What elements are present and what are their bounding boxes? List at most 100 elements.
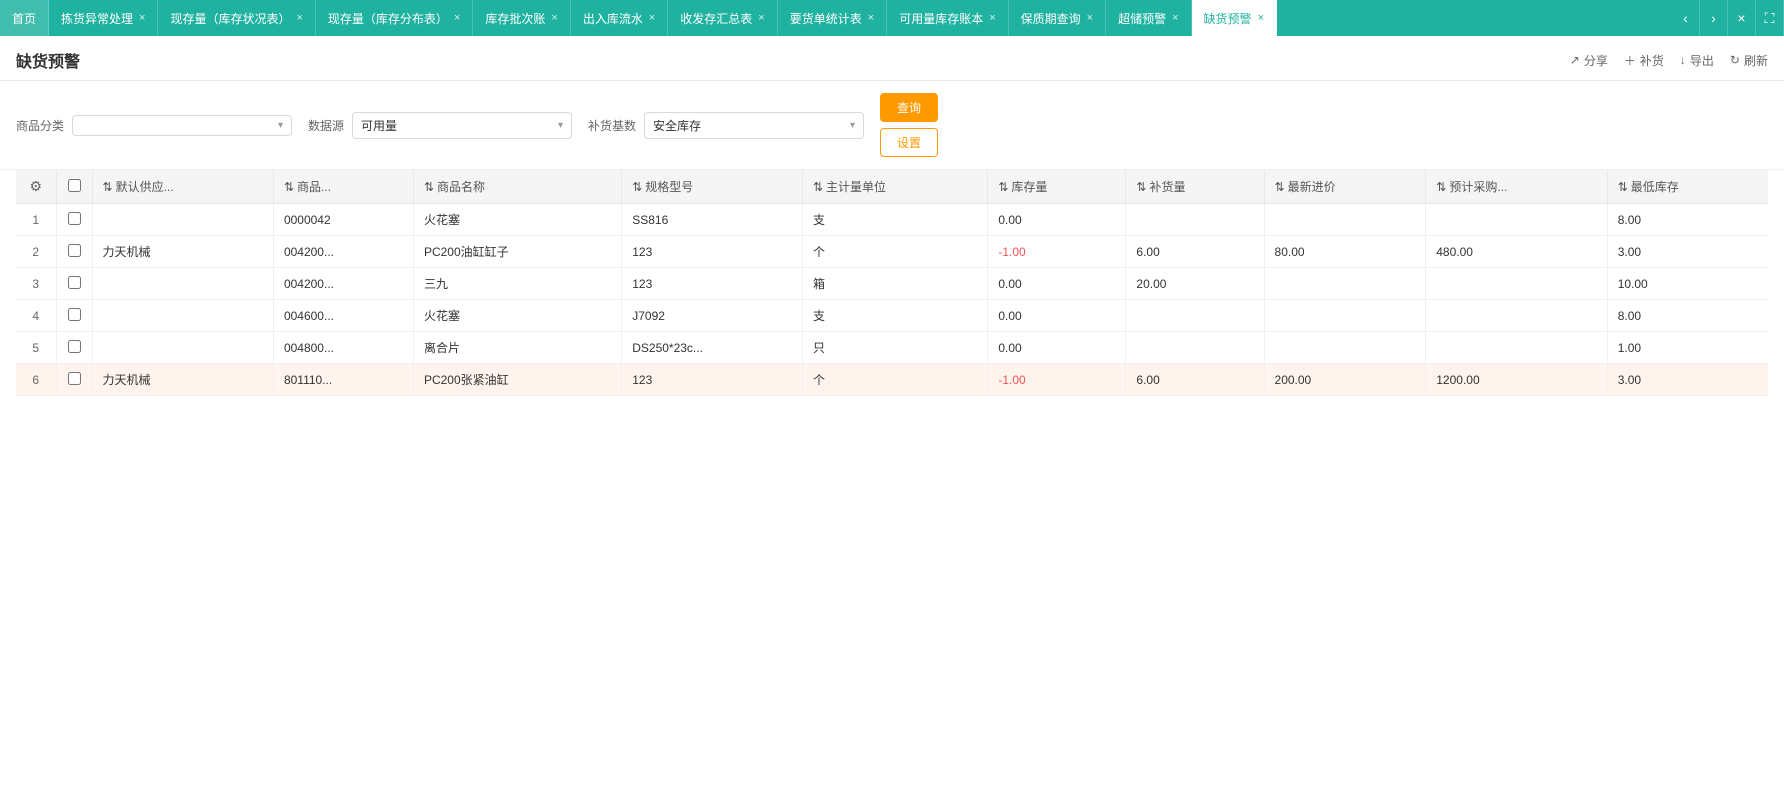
row-default-supplier: 力天机械 (92, 364, 273, 396)
filter-bar: 商品分类 ▾ 数据源 可用量 ▾ 补货基数 安全库存 ▾ 查询 设置 (0, 81, 1784, 170)
tab-recv-send[interactable]: 收发存汇总表 × (668, 0, 777, 36)
column-min-stock: ⇅ 最低库存 (1607, 170, 1768, 204)
sort-icon: ⇅ (1275, 180, 1285, 194)
row-unit: 支 (802, 204, 987, 236)
window-minimize-button[interactable]: × (1728, 0, 1756, 36)
sort-unit[interactable]: ⇅ 主计量单位 (813, 178, 977, 195)
row-goods-name: PC200油缸缸子 (413, 236, 621, 268)
table-settings-icon[interactable]: ⚙ (29, 178, 42, 194)
sort-min-stock[interactable]: ⇅ 最低库存 (1618, 178, 1758, 195)
tab-stock-status[interactable]: 现存量（库存状况表） × (158, 0, 315, 36)
replenish-base-select[interactable]: 安全库存 ▾ (644, 112, 864, 139)
row-checkbox[interactable] (68, 212, 81, 225)
row-checkbox-cell (56, 268, 92, 300)
sort-icon: ⇅ (1618, 180, 1628, 194)
row-number: 6 (16, 364, 56, 396)
tab-shortage-warning[interactable]: 缺货预警 × (1192, 0, 1277, 36)
sort-icon: ⇅ (424, 180, 434, 194)
tab-inout-flow[interactable]: 出入库流水 × (571, 0, 668, 36)
row-checkbox[interactable] (68, 372, 81, 385)
replenish-base-arrow-icon: ▾ (850, 120, 855, 131)
close-icon[interactable]: × (868, 12, 874, 24)
close-icon[interactable]: × (1087, 12, 1093, 24)
row-checkbox[interactable] (68, 308, 81, 321)
tab-expiry-query[interactable]: 保质期查询 × (1009, 0, 1106, 36)
table-row: 3 004200... 三九 123 箱 0.00 20.00 10.00 (16, 268, 1768, 300)
sort-latest-price[interactable]: ⇅ 最新进价 (1275, 178, 1416, 195)
close-icon[interactable]: × (649, 12, 655, 24)
row-default-supplier (92, 332, 273, 364)
page-header: 缺货预警 ↗ 分享 ＋ 补货 ↓ 导出 ↻ 刷新 (0, 36, 1784, 81)
close-icon[interactable]: × (1258, 12, 1264, 24)
row-checkbox[interactable] (68, 276, 81, 289)
share-button[interactable]: ↗ 分享 (1570, 52, 1608, 69)
close-icon[interactable]: × (139, 12, 145, 24)
tab-stock-dist[interactable]: 现存量（库存分布表） × (316, 0, 473, 36)
tab-home[interactable]: 首页 (0, 0, 49, 36)
tab-scroll-left-button[interactable]: ‹ (1672, 0, 1700, 36)
close-icon[interactable]: × (989, 12, 995, 24)
close-icon[interactable]: × (758, 12, 764, 24)
row-number: 5 (16, 332, 56, 364)
close-icon[interactable]: × (454, 12, 460, 24)
table-row: 2 力天机械 004200... PC200油缸缸子 123 个 -1.00 6… (16, 236, 1768, 268)
row-stock: -1.00 (988, 364, 1126, 396)
share-icon: ↗ (1570, 53, 1580, 67)
close-icon[interactable]: × (296, 12, 302, 24)
sort-stock[interactable]: ⇅ 库存量 (998, 178, 1115, 195)
tab-batch-account[interactable]: 库存批次账 × (473, 0, 570, 36)
category-filter-group: 商品分类 ▾ (16, 115, 292, 136)
replenish-base-label: 补货基数 (588, 117, 636, 134)
sort-goods-code[interactable]: ⇅ 商品... (284, 178, 403, 195)
row-est-purchase (1426, 332, 1607, 364)
row-latest-price (1264, 204, 1426, 236)
row-goods-code: 0000042 (273, 204, 413, 236)
sort-replenish[interactable]: ⇅ 补货量 (1136, 178, 1253, 195)
category-select[interactable]: ▾ (72, 115, 292, 136)
refresh-icon: ↻ (1730, 53, 1740, 67)
refresh-button[interactable]: ↻ 刷新 (1730, 52, 1768, 69)
row-stock: -1.00 (988, 236, 1126, 268)
table-row: 4 004600... 火花塞 J7092 支 0.00 8.00 (16, 300, 1768, 332)
row-goods-name: 火花塞 (413, 300, 621, 332)
datasource-select[interactable]: 可用量 ▾ (352, 112, 572, 139)
tab-requisition[interactable]: 要货单统计表 × (778, 0, 887, 36)
column-est-purchase: ⇅ 预计采购... (1426, 170, 1607, 204)
row-number: 4 (16, 300, 56, 332)
sort-default-supplier[interactable]: ⇅ 默认供应... (103, 178, 263, 195)
tab-overstock-warning[interactable]: 超储预警 × (1106, 0, 1191, 36)
row-number: 3 (16, 268, 56, 300)
export-button[interactable]: ↓ 导出 (1680, 52, 1714, 69)
sort-icon: ⇅ (1136, 180, 1146, 194)
row-replenish: 6.00 (1126, 236, 1264, 268)
replenish-base-filter-group: 补货基数 安全库存 ▾ (588, 112, 864, 139)
row-goods-code: 801110... (273, 364, 413, 396)
table-container: ⚙ ⇅ 默认供应... ⇅ 商品... (0, 170, 1784, 396)
row-latest-price (1264, 332, 1426, 364)
row-checkbox[interactable] (68, 244, 81, 257)
settings-button[interactable]: 设置 (880, 128, 938, 157)
close-icon[interactable]: × (551, 12, 557, 24)
close-icon[interactable]: × (1172, 12, 1178, 24)
tab-available-ledger[interactable]: 可用量库存账本 × (887, 0, 1008, 36)
row-checkbox[interactable] (68, 340, 81, 353)
select-all-checkbox[interactable] (68, 179, 81, 192)
row-min-stock: 10.00 (1607, 268, 1768, 300)
row-latest-price (1264, 268, 1426, 300)
tab-picking-exception[interactable]: 拣货异常处理 × (49, 0, 158, 36)
row-unit: 个 (802, 236, 987, 268)
sort-est-purchase[interactable]: ⇅ 预计采购... (1436, 178, 1596, 195)
datasource-filter-group: 数据源 可用量 ▾ (308, 112, 572, 139)
sort-spec[interactable]: ⇅ 规格型号 (632, 178, 792, 195)
window-expand-button[interactable]: ⛶ (1756, 0, 1784, 36)
row-min-stock: 8.00 (1607, 300, 1768, 332)
page-title: 缺货预警 (16, 48, 80, 72)
query-button[interactable]: 查询 (880, 93, 938, 122)
sort-goods-name[interactable]: ⇅ 商品名称 (424, 178, 611, 195)
sort-icon: ⇅ (998, 180, 1008, 194)
category-arrow-icon: ▾ (278, 120, 283, 131)
replenish-button[interactable]: ＋ 补货 (1624, 52, 1664, 69)
row-stock: 0.00 (988, 332, 1126, 364)
tab-scroll-right-button[interactable]: › (1700, 0, 1728, 36)
row-est-purchase (1426, 300, 1607, 332)
